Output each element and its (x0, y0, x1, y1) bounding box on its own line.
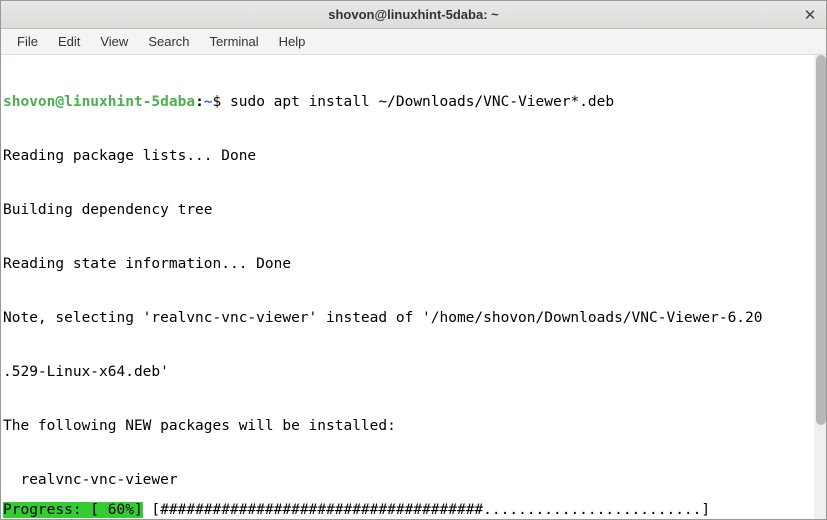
menu-terminal[interactable]: Terminal (200, 31, 269, 52)
command-text: sudo apt install ~/Downloads/VNC-Viewer*… (230, 94, 614, 110)
prompt-line: shovon@linuxhint-5daba:~$ sudo apt insta… (3, 93, 826, 111)
close-icon: ✕ (804, 6, 817, 24)
prompt-user-host: shovon@linuxhint-5daba (3, 94, 195, 110)
prompt-path: ~ (204, 94, 213, 110)
prompt-separator: : (195, 94, 204, 110)
output-line: The following NEW packages will be insta… (3, 417, 826, 435)
output-line: Reading package lists... Done (3, 147, 826, 165)
progress-label: Progress: [ 60%] (3, 502, 143, 518)
progress-bar: Progress: [ 60%] [######################… (3, 501, 811, 519)
output-line: Reading state information... Done (3, 255, 826, 273)
titlebar: shovon@linuxhint-5daba: ~ ✕ (1, 1, 826, 29)
output-line: Building dependency tree (3, 201, 826, 219)
output-line: .529-Linux-x64.deb' (3, 363, 826, 381)
scrollbar-thumb[interactable] (816, 55, 826, 425)
terminal-body[interactable]: shovon@linuxhint-5daba:~$ sudo apt insta… (1, 55, 826, 519)
prompt-end: $ (213, 94, 230, 110)
menu-edit[interactable]: Edit (48, 31, 90, 52)
menu-help[interactable]: Help (269, 31, 316, 52)
output-line: realvnc-vnc-viewer (3, 471, 826, 489)
close-button[interactable]: ✕ (800, 5, 820, 25)
terminal-window: shovon@linuxhint-5daba: ~ ✕ File Edit Vi… (0, 0, 827, 520)
output-line: Note, selecting 'realvnc-vnc-viewer' ins… (3, 309, 826, 327)
window-title: shovon@linuxhint-5daba: ~ (328, 7, 499, 22)
menubar: File Edit View Search Terminal Help (1, 29, 826, 55)
menu-search[interactable]: Search (138, 31, 199, 52)
menu-file[interactable]: File (7, 31, 48, 52)
menu-view[interactable]: View (90, 31, 138, 52)
progress-bar-graph: [#####################################..… (143, 502, 719, 518)
